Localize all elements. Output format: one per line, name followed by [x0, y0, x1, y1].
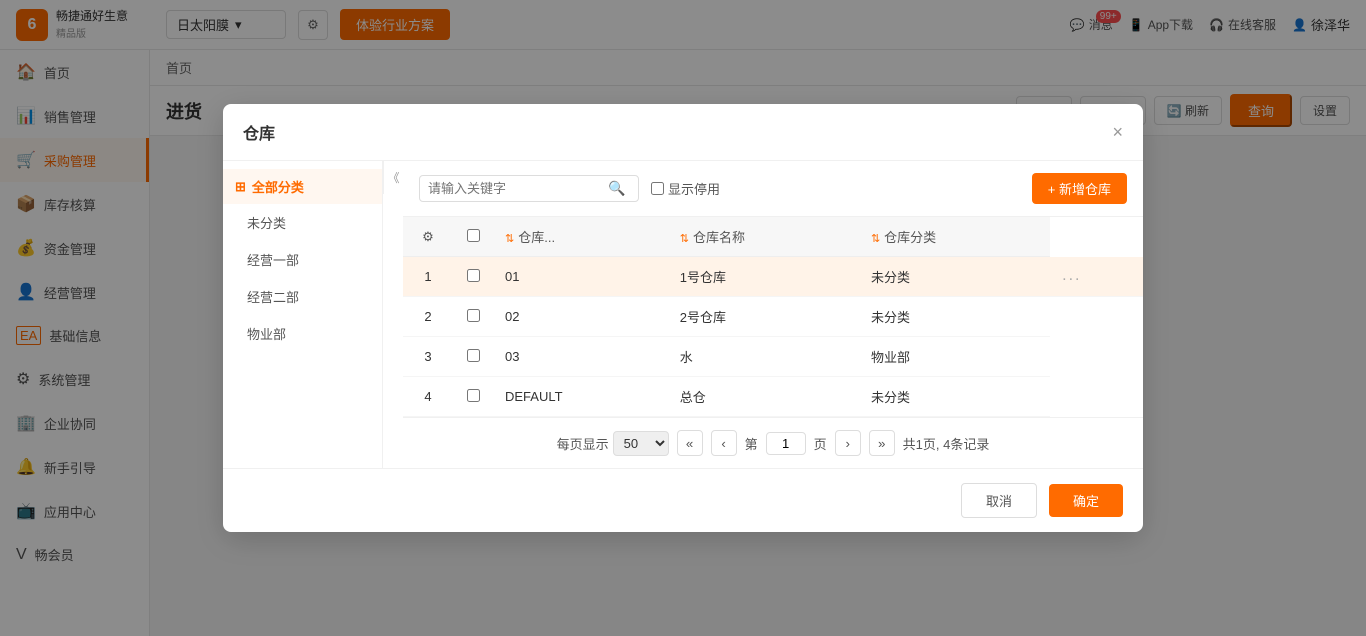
modal-footer: 取消 确定	[223, 468, 1143, 532]
row-num: 3	[403, 337, 453, 377]
category-item-uncategorized[interactable]: 未分类	[223, 204, 382, 241]
row-checkbox-cell	[453, 257, 493, 297]
row-category: 物业部	[859, 337, 1050, 377]
category-panel: ⊞ 全部分类 未分类 经营一部 经营二部 物业部	[223, 161, 383, 468]
table-toolbar: 🔍 显示停用 + 新增仓库	[403, 161, 1143, 217]
close-button[interactable]: ×	[1112, 122, 1123, 143]
row-code: 01	[493, 257, 668, 297]
last-page-button[interactable]: »	[869, 430, 895, 456]
modal-header: 仓库 ×	[223, 104, 1143, 161]
row-num: 2	[403, 297, 453, 337]
first-page-button[interactable]: «	[677, 430, 703, 456]
row-name: 水	[668, 337, 859, 377]
modal-title: 仓库	[243, 120, 275, 144]
table-panel: 🔍 显示停用 + 新增仓库 ⚙ ⇅仓库... ⇅仓库名称	[403, 161, 1143, 468]
all-categories-item[interactable]: ⊞ 全部分类	[223, 169, 382, 204]
page-number-input[interactable]	[766, 432, 806, 455]
per-page-area: 每页显示 50 10 20 100	[557, 431, 669, 456]
row-checkbox[interactable]	[467, 389, 480, 402]
warehouse-table: ⚙ ⇅仓库... ⇅仓库名称 ⇅仓库分类 1 01 1号仓库	[403, 217, 1143, 417]
warehouse-modal: 仓库 × ⊞ 全部分类 未分类 经营一部 经营二部 物业部 《 🔍	[223, 104, 1143, 532]
search-icon: 🔍	[608, 180, 625, 197]
row-name: 总仓	[668, 377, 859, 417]
page-summary: 共1页, 4条记录	[903, 434, 990, 453]
row-code: DEFAULT	[493, 377, 668, 417]
col-header-category: ⇅仓库分类	[859, 217, 1050, 257]
row-category: 未分类	[859, 377, 1050, 417]
page-unit: 页	[814, 434, 827, 453]
row-name: 1号仓库	[668, 257, 859, 297]
next-page-button[interactable]: ›	[835, 430, 861, 456]
row-actions: ...	[1050, 257, 1143, 297]
row-checkbox-cell	[453, 297, 493, 337]
page-label: 第	[745, 434, 758, 453]
col-header-code: ⇅仓库...	[493, 217, 668, 257]
row-name: 2号仓库	[668, 297, 859, 337]
row-checkbox[interactable]	[467, 269, 480, 282]
search-input[interactable]	[428, 181, 608, 196]
all-categories-label: 全部分类	[252, 177, 304, 196]
col-header-check	[453, 217, 493, 257]
table-header-row: ⚙ ⇅仓库... ⇅仓库名称 ⇅仓库分类	[403, 217, 1143, 257]
row-checkbox-cell	[453, 337, 493, 377]
table-row[interactable]: 1 01 1号仓库 未分类 ...	[403, 257, 1143, 297]
table-row[interactable]: 4 DEFAULT 总仓 未分类	[403, 377, 1143, 417]
row-category: 未分类	[859, 297, 1050, 337]
row-category: 未分类	[859, 257, 1050, 297]
search-input-wrap: 🔍	[419, 175, 639, 202]
warehouse-data-table: ⚙ ⇅仓库... ⇅仓库名称 ⇅仓库分类 1 01 1号仓库	[403, 217, 1143, 417]
show-disabled-checkbox-label[interactable]: 显示停用	[651, 179, 720, 198]
cancel-button[interactable]: 取消	[961, 483, 1037, 518]
category-item-ops1[interactable]: 经营一部	[223, 241, 382, 278]
per-page-label: 每页显示	[557, 434, 609, 453]
col-header-name: ⇅仓库名称	[668, 217, 859, 257]
show-disabled-checkbox[interactable]	[651, 182, 664, 195]
row-checkbox[interactable]	[467, 309, 480, 322]
col-header-gear: ⚙	[403, 217, 453, 257]
table-row[interactable]: 3 03 水 物业部	[403, 337, 1143, 377]
collapse-panel-button[interactable]: 《	[383, 161, 403, 194]
category-item-ops2[interactable]: 经营二部	[223, 278, 382, 315]
add-warehouse-button[interactable]: + 新增仓库	[1032, 173, 1127, 204]
modal-body: ⊞ 全部分类 未分类 经营一部 经营二部 物业部 《 🔍 显示停用	[223, 161, 1143, 468]
row-code: 02	[493, 297, 668, 337]
row-checkbox[interactable]	[467, 349, 480, 362]
grid-icon: ⊞	[235, 179, 246, 195]
row-code: 03	[493, 337, 668, 377]
show-disabled-label: 显示停用	[668, 179, 720, 198]
row-num: 1	[403, 257, 453, 297]
confirm-button[interactable]: 确定	[1049, 484, 1123, 517]
category-item-property[interactable]: 物业部	[223, 315, 382, 352]
table-row[interactable]: 2 02 2号仓库 未分类	[403, 297, 1143, 337]
pagination: 每页显示 50 10 20 100 « ‹ 第 页 › » 共1页, 4条记录	[403, 417, 1143, 468]
row-checkbox-cell	[453, 377, 493, 417]
per-page-select[interactable]: 50 10 20 100	[613, 431, 669, 456]
select-all-checkbox[interactable]	[467, 229, 480, 242]
row-num: 4	[403, 377, 453, 417]
prev-page-button[interactable]: ‹	[711, 430, 737, 456]
